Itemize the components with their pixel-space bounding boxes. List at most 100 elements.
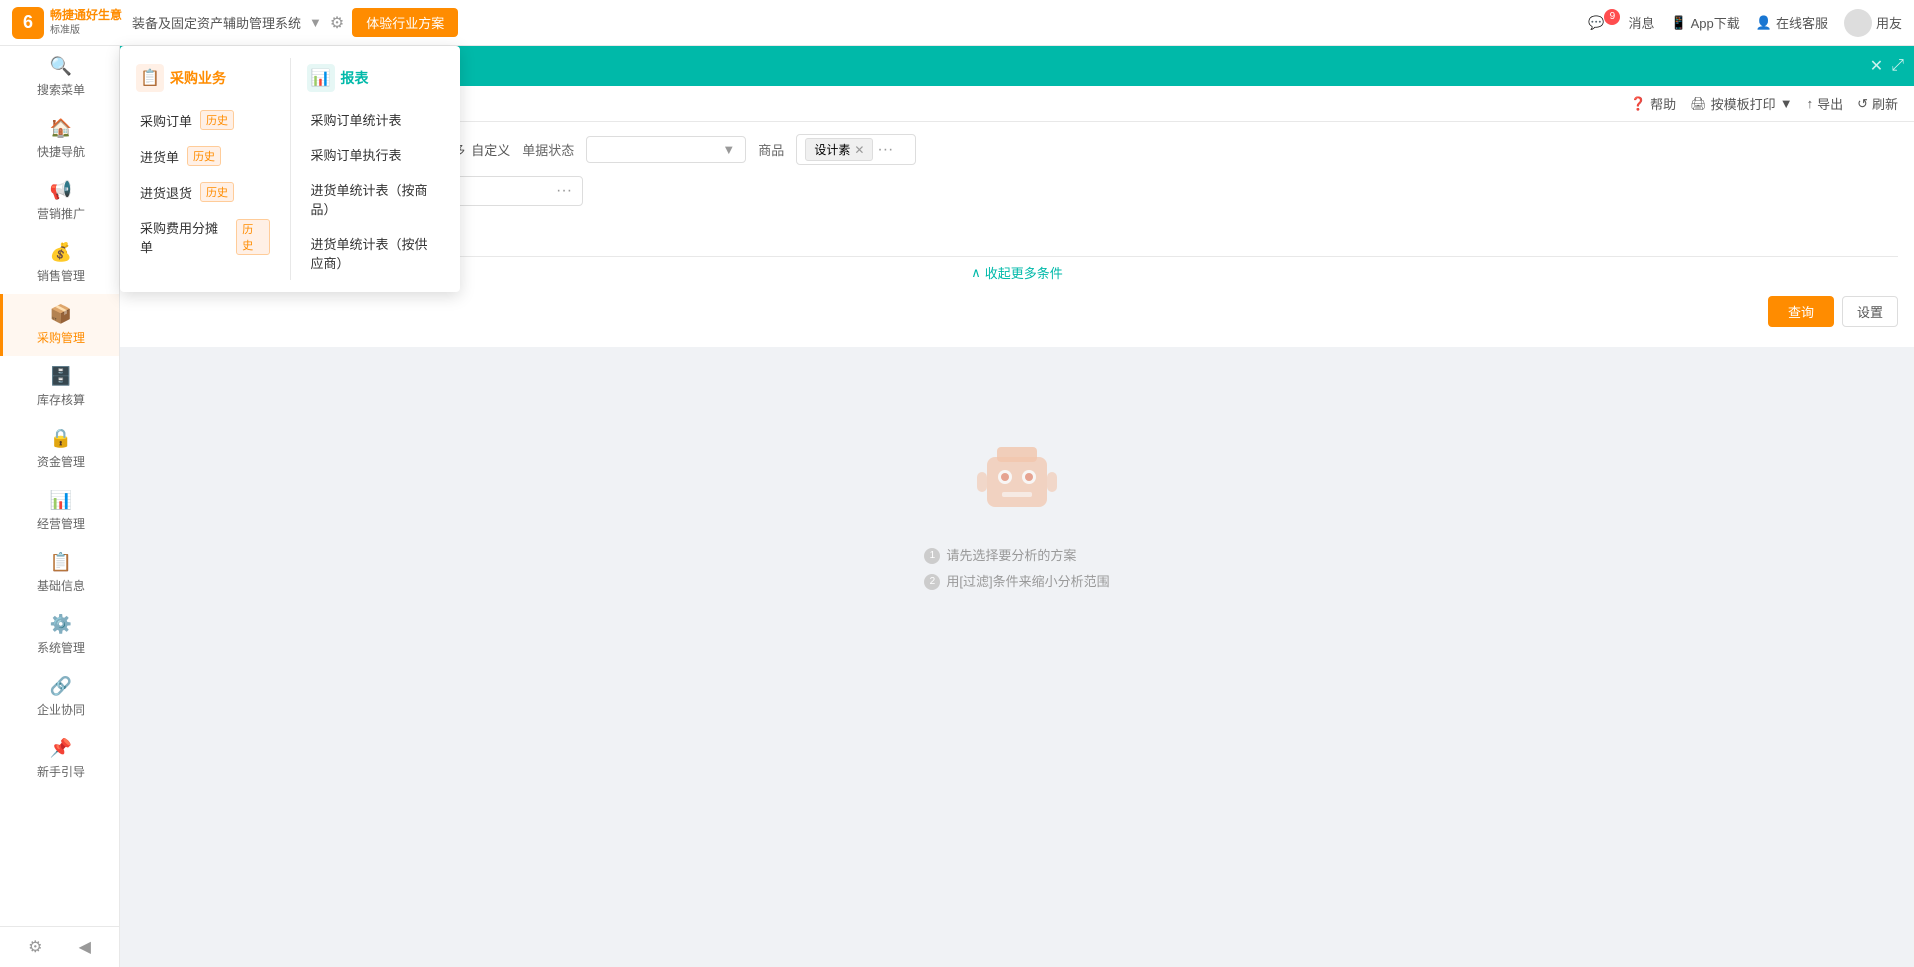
sidebar-bottom: ⚙ ◀ <box>0 926 119 967</box>
sidebar-label-quick-nav: 快捷导航 <box>37 143 85 160</box>
order-stats-label: 采购订单统计表 <box>311 110 402 129</box>
cooperation-icon: 🔗 <box>50 676 72 697</box>
header-right: 💬 9 消息 📱 App下载 👤 在线客服 用友 <box>1588 9 1902 37</box>
help-btn[interactable]: ❓ 帮助 <box>1630 94 1676 113</box>
purchase-order-label: 采购订单 <box>140 111 192 130</box>
print-btn[interactable]: 🖨 按模板打印 ▼ <box>1690 94 1792 113</box>
purchase-expense-label: 采购费用分摊单 <box>140 218 228 256</box>
sidebar-item-inventory[interactable]: 🗄️ 库存核算 <box>0 356 119 418</box>
sidebar-label-cooperation: 企业协同 <box>37 701 85 718</box>
menu-columns: 📋 采购业务 采购订单 历史 进货单 历史 进货退货 历史 采购费用分摊单 <box>120 58 460 280</box>
sidebar-label-guide: 新手引导 <box>37 763 85 780</box>
tab-close-all-btn[interactable]: ✕ <box>1870 56 1883 76</box>
purchase-biz-icon: 📋 <box>136 64 164 92</box>
menu-item-purchase-order[interactable]: 采购订单 历史 <box>136 102 274 138</box>
menu-col-reports-header: 📊 报表 <box>307 58 445 102</box>
inventory-icon: 🗄️ <box>50 366 72 387</box>
menu-item-order-exec[interactable]: 采购订单执行表 <box>307 137 445 172</box>
sidebar-label-basic-info: 基础信息 <box>37 577 85 594</box>
goods-tag: 设计素 ✕ <box>805 138 873 161</box>
top-header: 6 畅捷通好生意 标准版 装备及固定资产辅助管理系统 ▼ ⚙ 体验行业方案 💬 … <box>0 0 1914 46</box>
help-icon: ❓ <box>1630 96 1646 112</box>
notification-badge: 9 <box>1604 9 1620 25</box>
logo-main-text: 畅捷通好生意 <box>50 8 122 24</box>
inbound-return-label: 进货退货 <box>140 183 192 202</box>
sidebar-item-guide[interactable]: 📌 新手引导 <box>0 728 119 790</box>
purchase-order-history: 历史 <box>200 110 234 130</box>
reports-title: 报表 <box>341 68 369 88</box>
inbound-stats-goods-label: 进货单统计表（按商品） <box>311 180 441 218</box>
home-icon: 🏠 <box>50 118 72 139</box>
sidebar-item-search[interactable]: 🔍 搜索菜单 <box>0 46 119 108</box>
export-btn[interactable]: ↑ 导出 <box>1807 94 1844 113</box>
sidebar-label-finance: 资金管理 <box>37 453 85 470</box>
sidebar-collapse-btn[interactable]: ◀ <box>79 937 91 957</box>
tab-expand-btn[interactable]: ⤢ <box>1891 57 1904 75</box>
sidebar-label-search: 搜索菜单 <box>37 81 85 98</box>
message-label: 消息 <box>1628 13 1654 32</box>
order-exec-label: 采购订单执行表 <box>311 145 402 164</box>
collapse-icon: ∧ <box>971 265 981 281</box>
menu-item-order-stats[interactable]: 采购订单统计表 <box>307 102 445 137</box>
collapse-label: 收起更多条件 <box>985 263 1063 282</box>
menu-item-inbound-stats-goods[interactable]: 进货单统计表（按商品） <box>307 172 445 226</box>
operations-icon: 📊 <box>50 490 72 511</box>
sidebar-item-marketing[interactable]: 📢 营销推广 <box>0 170 119 232</box>
sidebar-item-quick-nav[interactable]: 🏠 快捷导航 <box>0 108 119 170</box>
industry-btn[interactable]: 体验行业方案 <box>352 8 458 37</box>
menu-item-inbound-return[interactable]: 进货退货 历史 <box>136 174 274 210</box>
message-icon: 💬 <box>1588 15 1604 31</box>
sidebar-label-system: 系统管理 <box>37 639 85 656</box>
tip-num-1: 1 <box>924 548 940 564</box>
print-icon: 🖨 <box>1690 96 1707 112</box>
online-service-item[interactable]: 👤 在线客服 <box>1756 13 1828 32</box>
sidebar-item-purchase[interactable]: 📦 采购管理 <box>0 294 119 356</box>
dropdown-arrow-icon[interactable]: ▼ <box>309 15 322 30</box>
print-arrow-icon: ▼ <box>1780 96 1793 111</box>
inbound-stats-supplier-label: 进货单统计表（按供应商） <box>311 234 441 272</box>
query-btn[interactable]: 查询 <box>1768 296 1834 327</box>
refresh-btn[interactable]: ↺ 刷新 <box>1857 94 1898 113</box>
logo-text: 畅捷通好生意 标准版 <box>50 8 122 37</box>
tip-num-2: 2 <box>924 574 940 590</box>
sidebar-item-system[interactable]: ⚙️ 系统管理 <box>0 604 119 666</box>
user-label: 用友 <box>1876 13 1902 32</box>
sidebar-item-operations[interactable]: 📊 经营管理 <box>0 480 119 542</box>
menu-item-inbound[interactable]: 进货单 历史 <box>136 138 274 174</box>
sidebar-label-inventory: 库存核算 <box>37 391 85 408</box>
goods-more-btn[interactable]: ··· <box>877 141 893 159</box>
sidebar-item-sales[interactable]: 💰 销售管理 <box>0 232 119 294</box>
empty-state: 1 请先选择要分析的方案 2 用[过滤]条件来缩小分析范围 <box>120 347 1914 675</box>
notification-item[interactable]: 💬 9 消息 <box>1588 13 1654 32</box>
menu-item-purchase-expense[interactable]: 采购费用分摊单 历史 <box>136 210 274 264</box>
date-custom-btn[interactable]: 自定义 <box>471 140 510 159</box>
marketing-icon: 📢 <box>50 180 72 201</box>
tip-text-1: 请先选择要分析的方案 <box>946 543 1076 569</box>
doc-status-select[interactable]: ▼ <box>586 136 746 163</box>
system-title-text: 装备及固定资产辅助管理系统 <box>132 13 301 32</box>
sidebar-item-cooperation[interactable]: 🔗 企业协同 <box>0 666 119 728</box>
export-icon: ↑ <box>1807 96 1814 111</box>
sidebar-item-finance[interactable]: 🔒 资金管理 <box>0 418 119 480</box>
system-icon: ⚙️ <box>50 614 72 635</box>
goods-label: 商品 <box>758 140 784 159</box>
sales-icon: 💰 <box>50 242 72 263</box>
goods-tag-text: 设计素 <box>814 141 850 158</box>
user-item[interactable]: 用友 <box>1844 9 1902 37</box>
sidebar-settings-btn[interactable]: ⚙ <box>28 937 42 957</box>
menu-item-inbound-stats-supplier[interactable]: 进货单统计表（按供应商） <box>307 226 445 280</box>
basic-info-icon: 📋 <box>50 552 72 573</box>
app-download-item[interactable]: 📱 App下载 <box>1670 13 1739 32</box>
sidebar-item-basic-info[interactable]: 📋 基础信息 <box>0 542 119 604</box>
purchase-icon: 📦 <box>50 304 72 325</box>
tab-right-actions: ✕ ⤢ <box>1870 56 1914 76</box>
phone-icon: 📱 <box>1670 15 1686 31</box>
settings-icon[interactable]: ⚙ <box>330 13 344 33</box>
goods-tag-close[interactable]: ✕ <box>854 143 864 157</box>
menu-col-reports: 📊 报表 采购订单统计表 采购订单执行表 进货单统计表（按商品） 进货单统计表（… <box>307 58 445 280</box>
menu-col-purchase-header: 📋 采购业务 <box>136 58 274 102</box>
inbound-return-history: 历史 <box>200 182 234 202</box>
settings-btn[interactable]: 设置 <box>1842 296 1898 327</box>
sidebar-label-sales: 销售管理 <box>37 267 85 284</box>
tip-text-2: 用[过滤]条件来缩小分析范围 <box>946 569 1109 595</box>
